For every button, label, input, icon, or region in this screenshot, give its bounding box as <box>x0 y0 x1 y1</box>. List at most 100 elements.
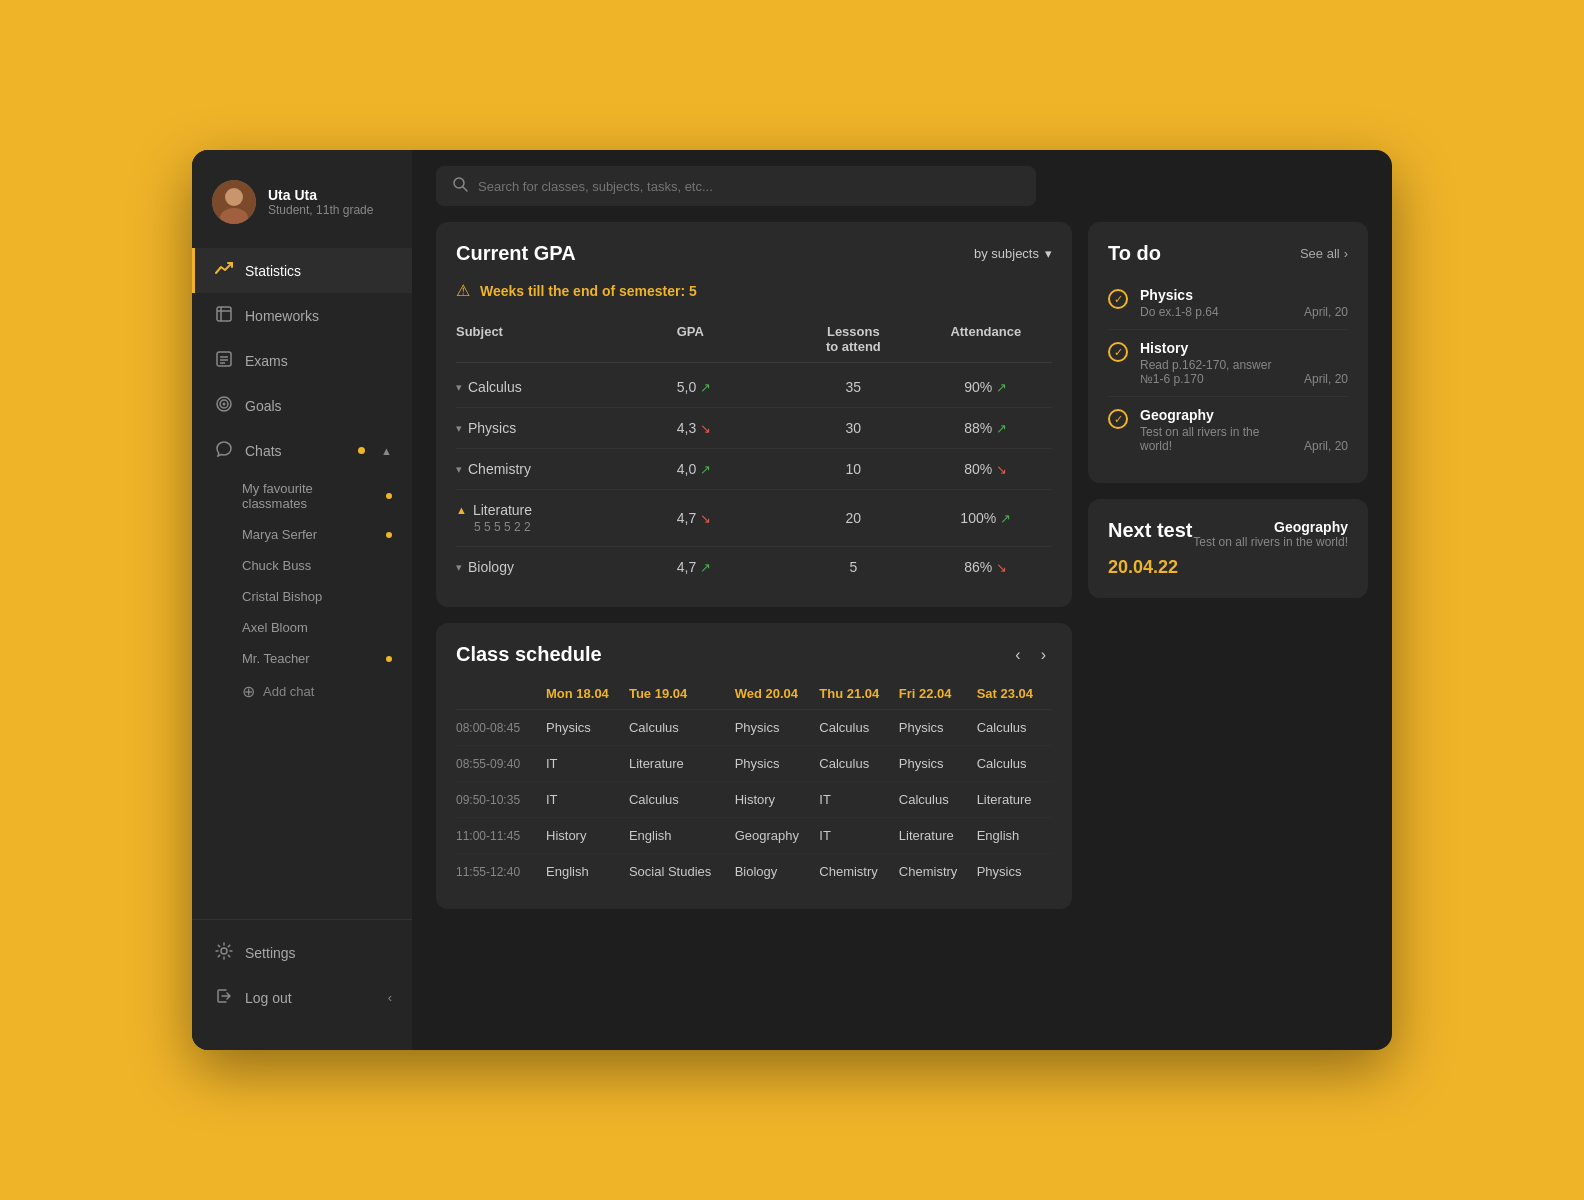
attendance-cell: 88% ↗ <box>920 420 1052 436</box>
chat-item-teacher[interactable]: Mr. Teacher <box>192 643 412 674</box>
check-button[interactable]: ✓ <box>1108 409 1128 429</box>
sidebar-item-label: Homeworks <box>245 308 319 324</box>
left-panel: Current GPA by subjects ▾ ⚠ Weeks till t… <box>436 222 1072 1026</box>
next-test-date: 20.04.22 <box>1108 557 1348 578</box>
day-header-thu: Thu 21.04 <box>819 678 899 710</box>
search-input[interactable] <box>478 179 1020 194</box>
chat-item-label: Mr. Teacher <box>242 651 310 666</box>
todo-content: Geography Test on all rivers in the worl… <box>1140 407 1292 453</box>
sidebar-item-label: Statistics <box>245 263 301 279</box>
table-row: ▾ Chemistry 4,0 ↗ 10 80% ↘ <box>456 449 1052 490</box>
sidebar-item-label: Exams <box>245 353 288 369</box>
lessons-cell: 35 <box>787 379 919 395</box>
chat-item-classmates[interactable]: My favourite classmates <box>192 473 412 519</box>
table-row: ▾ Calculus 5,0 ↗ 35 90% ↗ <box>456 367 1052 408</box>
chart-icon <box>215 260 233 281</box>
row-expand-icon[interactable]: ▾ <box>456 422 462 435</box>
chat-item-label: Marya Serfer <box>242 527 317 542</box>
sidebar-item-homeworks[interactable]: Homeworks <box>192 293 412 338</box>
logout-icon <box>215 987 233 1008</box>
class-cell: Calculus <box>819 710 899 746</box>
see-all-button[interactable]: See all › <box>1300 246 1348 261</box>
check-button[interactable]: ✓ <box>1108 289 1128 309</box>
todo-subject: History <box>1140 340 1292 356</box>
day-header-mon: Mon 18.04 <box>546 678 629 710</box>
chat-item-axel[interactable]: Axel Bloom <box>192 612 412 643</box>
chat-item-badge <box>386 532 392 538</box>
class-cell: Physics <box>735 746 820 782</box>
subject-cell: ▾ Biology <box>456 559 677 575</box>
sidebar: Uta Uta Student, 11th grade Statistics <box>192 150 412 1050</box>
gpa-table: Subject GPA Lessonsto attend Attendance … <box>456 316 1052 587</box>
sidebar-item-label: Chats <box>245 443 282 459</box>
schedule-nav: ‹ › <box>1009 644 1052 666</box>
sidebar-item-settings[interactable]: Settings <box>192 930 412 975</box>
class-cell: Geography <box>735 818 820 854</box>
sidebar-item-goals[interactable]: Goals <box>192 383 412 428</box>
sidebar-item-chats[interactable]: Chats ▲ <box>192 428 412 473</box>
lessons-cell: 30 <box>787 420 919 436</box>
chat-item-label: My favourite classmates <box>242 481 378 511</box>
row-expand-icon[interactable]: ▲ <box>456 504 467 516</box>
row-expand-icon[interactable]: ▾ <box>456 561 462 574</box>
sidebar-item-logout[interactable]: Log out ‹ <box>192 975 412 1020</box>
day-header-sat: Sat 23.04 <box>977 678 1052 710</box>
next-week-button[interactable]: › <box>1035 644 1052 666</box>
col-subject: Subject <box>456 324 677 354</box>
warning-icon: ⚠ <box>456 281 470 300</box>
check-button[interactable]: ✓ <box>1108 342 1128 362</box>
by-subjects-filter[interactable]: by subjects ▾ <box>974 246 1052 261</box>
attendance-value: 88% <box>964 420 992 436</box>
chats-expand-icon[interactable]: ▲ <box>381 445 392 457</box>
gpa-card-header: Current GPA by subjects ▾ <box>456 242 1052 265</box>
svg-line-15 <box>463 187 467 191</box>
subject-name: Literature <box>473 502 532 518</box>
top-bar <box>412 150 1392 222</box>
subject-cell: ▲ Literature 5 5 5 5 2 2 <box>456 502 677 534</box>
trend-down-icon: ↘ <box>996 560 1007 575</box>
time-cell: 09:50-10:35 <box>456 782 546 818</box>
user-name: Uta Uta <box>268 187 373 203</box>
class-cell: Calculus <box>899 782 977 818</box>
search-bar[interactable] <box>436 166 1036 206</box>
class-cell: History <box>735 782 820 818</box>
class-cell: Calculus <box>819 746 899 782</box>
gpa-number: 4,7 <box>677 559 696 575</box>
todo-subject: Physics <box>1140 287 1292 303</box>
next-test-title: Next test <box>1108 519 1192 542</box>
prev-week-button[interactable]: ‹ <box>1009 644 1026 666</box>
day-header-wed: Wed 20.04 <box>735 678 820 710</box>
collapse-icon[interactable]: ‹ <box>388 990 392 1005</box>
time-cell: 08:55-09:40 <box>456 746 546 782</box>
table-row: 11:00-11:45 History English Geography IT… <box>456 818 1052 854</box>
chat-item-badge <box>386 656 392 662</box>
gpa-number: 4,0 <box>677 461 696 477</box>
class-cell: Physics <box>899 710 977 746</box>
chat-icon <box>215 440 233 461</box>
class-cell: IT <box>546 782 629 818</box>
row-expand-icon[interactable]: ▾ <box>456 463 462 476</box>
sidebar-item-statistics[interactable]: Statistics <box>192 248 412 293</box>
class-cell: Chemistry <box>819 854 899 890</box>
lessons-cell: 10 <box>787 461 919 477</box>
chat-item-cristal[interactable]: Cristal Bishop <box>192 581 412 612</box>
row-expand-icon[interactable]: ▾ <box>456 381 462 394</box>
trend-up-icon: ↗ <box>996 421 1007 436</box>
add-chat-button[interactable]: ⊕ Add chat <box>192 674 412 709</box>
time-cell: 11:00-11:45 <box>456 818 546 854</box>
warning-text: Weeks till the end of semester: 5 <box>480 283 697 299</box>
time-col-header <box>456 678 546 710</box>
todo-date: April, 20 <box>1304 305 1348 319</box>
class-cell: Social Studies <box>629 854 735 890</box>
col-attendance: Attendance <box>920 324 1052 354</box>
gpa-cell: 4,3 ↘ <box>677 420 787 436</box>
chat-item-marya[interactable]: Marya Serfer <box>192 519 412 550</box>
class-cell: Calculus <box>629 782 735 818</box>
sidebar-item-exams[interactable]: Exams <box>192 338 412 383</box>
settings-label: Settings <box>245 945 296 961</box>
subject-name: Calculus <box>468 379 522 395</box>
todo-date: April, 20 <box>1304 439 1348 453</box>
class-cell: English <box>546 854 629 890</box>
chat-item-chuck[interactable]: Chuck Buss <box>192 550 412 581</box>
table-row: ▾ Biology 4,7 ↗ 5 86% ↘ <box>456 547 1052 587</box>
